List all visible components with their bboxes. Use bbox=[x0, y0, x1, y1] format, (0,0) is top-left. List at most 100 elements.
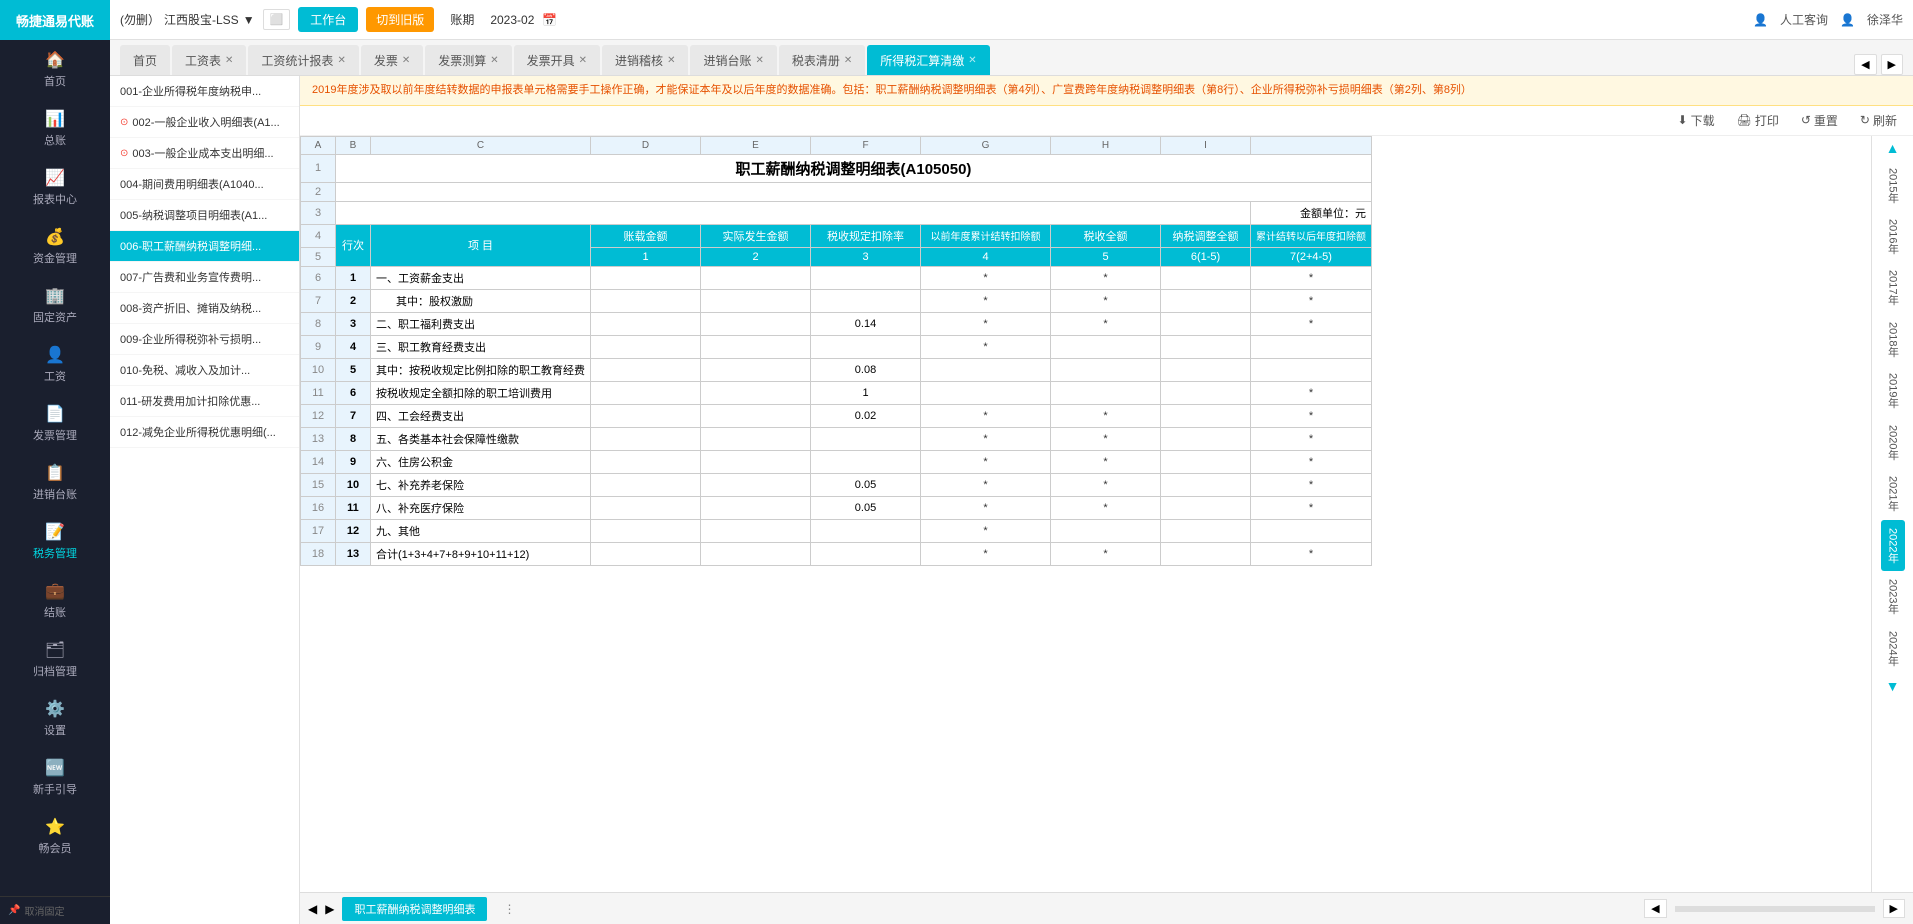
col-h-header: H bbox=[1051, 136, 1161, 154]
tab-audit[interactable]: 进销稽核✕ bbox=[602, 45, 688, 75]
form-list-item-009[interactable]: 009-企业所得税弥补亏损明... bbox=[110, 324, 299, 355]
sidebar-item-assets[interactable]: 🏢 固定资产 bbox=[0, 276, 110, 335]
form-008-label: 008-资产折旧、摊销及纳税... bbox=[120, 300, 261, 316]
row-num-2: 2 bbox=[301, 182, 336, 201]
company-prefix: (勿删） bbox=[120, 11, 160, 28]
data-row-14: 14 9 六、住房公积金 * * * bbox=[301, 450, 1372, 473]
sidebar-item-salary[interactable]: 👤 工资 bbox=[0, 335, 110, 394]
sidebar-item-ledger[interactable]: 📊 总账 bbox=[0, 99, 110, 158]
tab-close-invoice[interactable]: ✕ bbox=[402, 55, 410, 66]
year-2020[interactable]: 2020年 bbox=[1881, 417, 1905, 468]
form-list-item-008[interactable]: 008-资产折旧、摊销及纳税... bbox=[110, 293, 299, 324]
col5-num: 5 bbox=[1051, 247, 1161, 266]
tab-salary[interactable]: 工资表✕ bbox=[172, 45, 246, 75]
sheet-nav-next[interactable]: ▶ bbox=[325, 902, 334, 916]
refresh-button[interactable]: ↻ 刷新 bbox=[1854, 110, 1903, 131]
tab-close-sales-ledger[interactable]: ✕ bbox=[755, 55, 763, 66]
tab-salary-report[interactable]: 工资统计报表✕ bbox=[248, 45, 358, 75]
spreadsheet-row-3: 3 金额单位：元 bbox=[301, 201, 1372, 224]
sidebar-item-close[interactable]: 💼 结账 bbox=[0, 571, 110, 630]
bottom-tab-salary[interactable]: 职工薪酬纳税调整明细表 bbox=[342, 897, 487, 921]
bottom-scroll-right[interactable]: ▶ bbox=[1883, 899, 1905, 918]
col3-header: 税收规定扣除率 bbox=[811, 224, 921, 247]
sidebar-item-sales[interactable]: 📋 进销台账 bbox=[0, 453, 110, 512]
col-rownum-header: 行次 bbox=[336, 224, 371, 266]
sidebar: 畅捷通易代账 🏠 首页 📊 总账 📈 报表中心 💰 资金管理 🏢 固定资产 👤 … bbox=[0, 0, 110, 924]
data-row-16: 16 11 八、补充医疗保险 0.05 * * * bbox=[301, 496, 1372, 519]
tab-scroll-prev[interactable]: ◀ bbox=[1854, 54, 1876, 75]
copy-button[interactable]: ⬜ bbox=[263, 9, 291, 30]
col-e-header: E bbox=[701, 136, 811, 154]
salary-icon: 👤 bbox=[45, 345, 65, 365]
year-2017[interactable]: 2017年 bbox=[1881, 262, 1905, 313]
form-list-item-006[interactable]: 006-职工薪酬纳税调整明细... bbox=[110, 231, 299, 262]
reset-button[interactable]: ↺ 重置 bbox=[1795, 110, 1844, 131]
form-list-item-003[interactable]: ⊙ 003-一般企业成本支出明细... bbox=[110, 138, 299, 169]
oldver-button[interactable]: 切到旧版 bbox=[366, 7, 434, 32]
sidebar-item-archive[interactable]: 🗂 归档管理 bbox=[0, 630, 110, 689]
year-2016[interactable]: 2016年 bbox=[1881, 211, 1905, 262]
tab-invoice-calc[interactable]: 发票测算✕ bbox=[425, 45, 511, 75]
print-button[interactable]: 🖨 打印 bbox=[1731, 110, 1785, 131]
data-row-17: 17 12 九、其他 * bbox=[301, 519, 1372, 542]
tab-close-income-tax[interactable]: ✕ bbox=[968, 55, 976, 66]
tab-close-salary[interactable]: ✕ bbox=[225, 55, 233, 66]
year-2021[interactable]: 2021年 bbox=[1881, 468, 1905, 519]
download-button[interactable]: ⬇ 下载 bbox=[1672, 110, 1721, 131]
sidebar-item-settings[interactable]: ⚙️ 设置 bbox=[0, 689, 110, 748]
bottom-scrollbar[interactable] bbox=[1675, 906, 1875, 912]
user-label[interactable]: 徐泽华 bbox=[1867, 11, 1903, 28]
spreadsheet-area: 2019年度涉及取以前年度结转数据的申报表单元格需要手工操作正确，才能保证本年及… bbox=[300, 76, 1913, 924]
col3-num: 3 bbox=[811, 247, 921, 266]
tab-sales-ledger[interactable]: 进销台账✕ bbox=[690, 45, 776, 75]
tab-tax-list[interactable]: 税表清册✕ bbox=[779, 45, 865, 75]
year-2022[interactable]: 2022年 bbox=[1881, 520, 1905, 571]
cancel-fixed-label[interactable]: 取消固定 bbox=[24, 903, 64, 918]
calendar-icon[interactable]: 📅 bbox=[542, 13, 557, 27]
year-2024[interactable]: 2024年 bbox=[1881, 623, 1905, 674]
year-2018[interactable]: 2018年 bbox=[1881, 314, 1905, 365]
tab-income-tax[interactable]: 所得税汇算清缴✕ bbox=[867, 45, 989, 75]
sidebar-item-funds[interactable]: 💰 资金管理 bbox=[0, 217, 110, 276]
tab-invoice[interactable]: 发票✕ bbox=[361, 45, 423, 75]
form-list-item-005[interactable]: 005-纳税调整项目明细表(A1... bbox=[110, 200, 299, 231]
table-container[interactable]: A B C D E F G H I bbox=[300, 136, 1871, 893]
form-list-item-012[interactable]: 012-减免企业所得税优惠明细(... bbox=[110, 417, 299, 448]
year-scroll-down[interactable]: ▼ bbox=[1882, 674, 1904, 698]
tab-close-invoice-issue[interactable]: ✕ bbox=[579, 55, 587, 66]
workbench-button[interactable]: 工作台 bbox=[298, 7, 358, 32]
sidebar-item-guide[interactable]: 🆕 新手引导 bbox=[0, 748, 110, 807]
tab-scroll-next[interactable]: ▶ bbox=[1881, 54, 1903, 75]
sheet-nav-prev[interactable]: ◀ bbox=[308, 902, 317, 916]
sidebar-item-reports[interactable]: 📈 报表中心 bbox=[0, 158, 110, 217]
sheet-options-icon[interactable]: ⋮ bbox=[503, 902, 515, 916]
company-dropdown-icon[interactable]: ▼ bbox=[243, 13, 255, 27]
tab-close-audit[interactable]: ✕ bbox=[667, 55, 675, 66]
sidebar-item-member[interactable]: ⭐ 畅会员 bbox=[0, 807, 110, 866]
tab-close-salary-report[interactable]: ✕ bbox=[337, 55, 345, 66]
topbar-right: 👤 人工客询 👤 徐泽华 bbox=[1753, 11, 1903, 28]
form-list-item-004[interactable]: 004-期间费用明细表(A1040... bbox=[110, 169, 299, 200]
sidebar-item-tax[interactable]: 📝 税务管理 bbox=[0, 512, 110, 571]
data-row-9: 9 4 三、职工教育经费支出 * bbox=[301, 335, 1372, 358]
year-2015[interactable]: 2015年 bbox=[1881, 160, 1905, 211]
form-list-item-002[interactable]: ⊙ 002-一般企业收入明细表(A1... bbox=[110, 107, 299, 138]
row-num-4: 4 bbox=[301, 224, 336, 247]
tab-close-tax-list[interactable]: ✕ bbox=[844, 55, 852, 66]
tab-home[interactable]: 首页 bbox=[120, 45, 170, 75]
sidebar-item-home[interactable]: 🏠 首页 bbox=[0, 40, 110, 99]
form-list-item-007[interactable]: 007-广告费和业务宣传费明... bbox=[110, 262, 299, 293]
bottom-scroll-left[interactable]: ◀ bbox=[1644, 899, 1666, 918]
form-list-item-010[interactable]: 010-免税、减收入及加计... bbox=[110, 355, 299, 386]
form-list-item-001[interactable]: 001-企业所得税年度纳税申... bbox=[110, 76, 299, 107]
sidebar-item-invoice[interactable]: 📄 发票管理 bbox=[0, 394, 110, 453]
year-2023[interactable]: 2023年 bbox=[1881, 571, 1905, 622]
year-scroll-up[interactable]: ▲ bbox=[1882, 136, 1904, 160]
support-label[interactable]: 人工客询 bbox=[1780, 11, 1828, 28]
bottom-strip: ◀ ▶ 职工薪酬纳税调整明细表 ⋮ ◀ ▶ bbox=[300, 892, 1913, 924]
tab-invoice-issue[interactable]: 发票开具✕ bbox=[514, 45, 600, 75]
year-2019[interactable]: 2019年 bbox=[1881, 365, 1905, 416]
form-list-item-011[interactable]: 011-研发费用加计扣除优惠... bbox=[110, 386, 299, 417]
home-icon: 🏠 bbox=[45, 50, 65, 70]
tab-close-invoice-calc[interactable]: ✕ bbox=[490, 55, 498, 66]
